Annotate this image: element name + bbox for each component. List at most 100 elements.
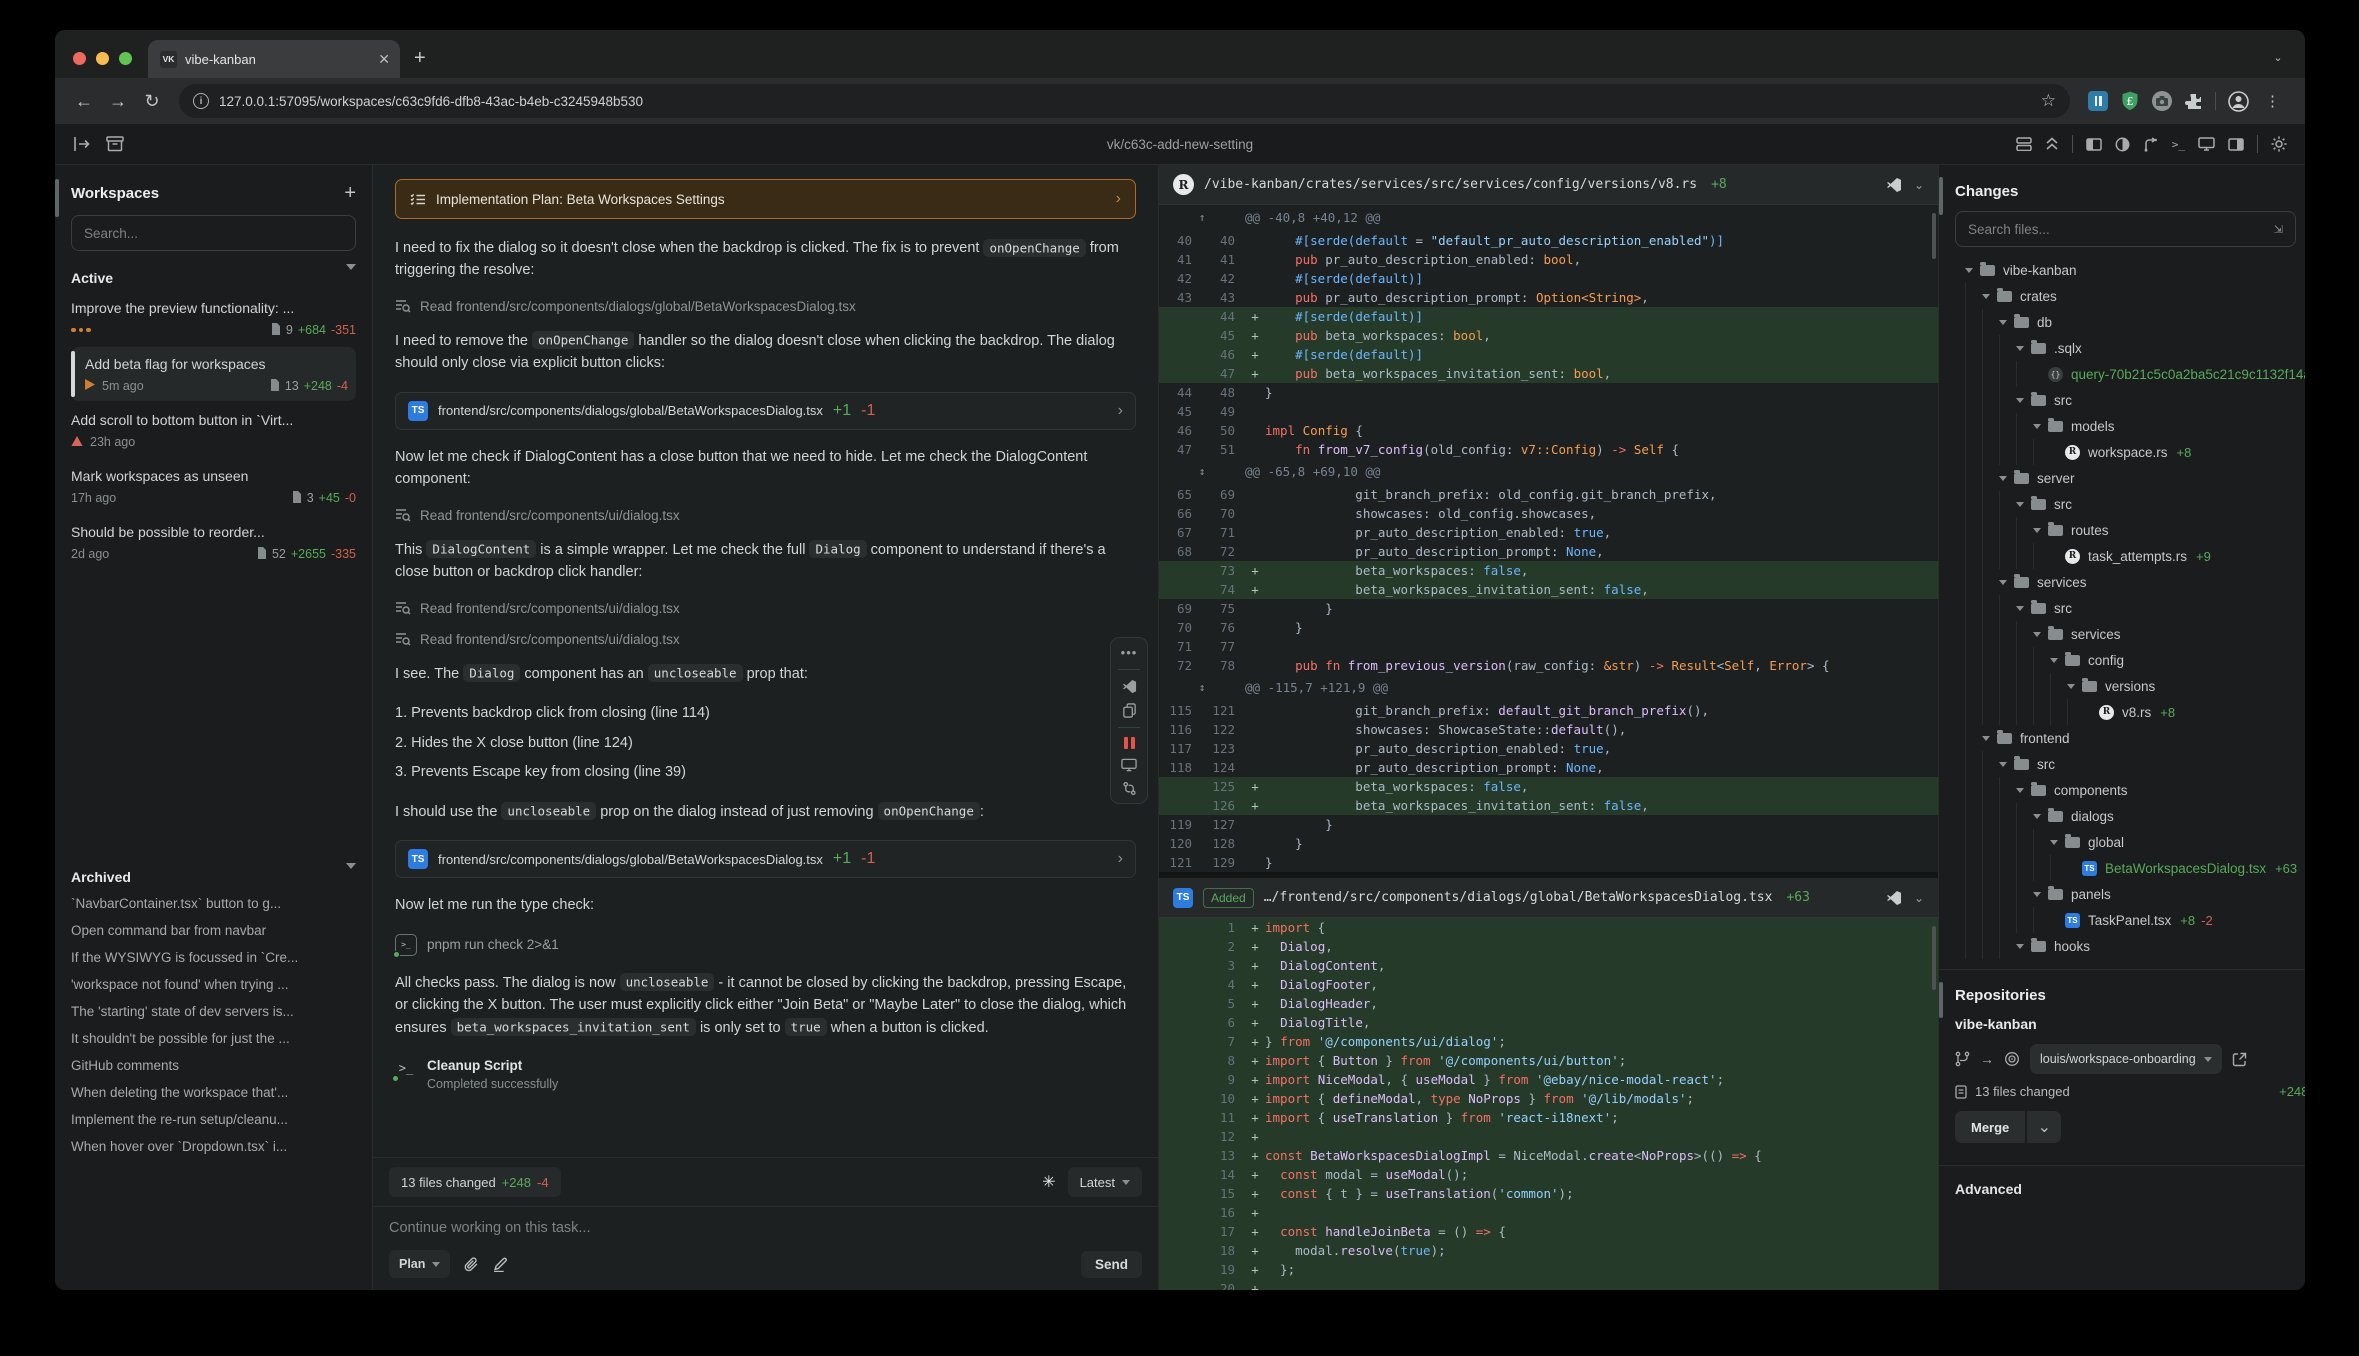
repo-name-row[interactable]: vibe-kanban bbox=[1955, 1010, 2305, 1038]
tree-file-row[interactable]: TS BetaWorkspacesDialog.tsx +63 bbox=[1965, 855, 2305, 881]
workspace-item[interactable]: Should be possible to reorder... 2d ago 52… bbox=[71, 515, 356, 569]
archived-item[interactable]: When hover over `Dropdown.tsx` i... bbox=[71, 1133, 356, 1160]
workspace-item[interactable]: Add beta flag for workspaces 5m ago 13 +248… bbox=[71, 347, 356, 401]
tree-folder-row[interactable]: .sqlx bbox=[1965, 335, 2305, 361]
archived-item[interactable]: GitHub comments bbox=[71, 1052, 356, 1079]
reload-button[interactable]: ↻ bbox=[137, 91, 167, 112]
latest-dropdown[interactable]: Latest bbox=[1067, 1167, 1142, 1197]
diff-header-ts[interactable]: TS Added …/frontend/src/components/dialo… bbox=[1159, 878, 1938, 918]
tree-folder-row[interactable]: components bbox=[1965, 777, 2305, 803]
open-in-vscode-icon[interactable] bbox=[1886, 177, 1902, 193]
tree-folder-row[interactable]: models bbox=[1965, 413, 2305, 439]
maximize-window-button[interactable] bbox=[119, 52, 132, 65]
url-bar[interactable]: i 127.0.0.1:57095/workspaces/c63c9fd6-df… bbox=[179, 84, 2070, 118]
attach-paperclip-icon[interactable] bbox=[464, 1256, 479, 1273]
tab-list-chevron-icon[interactable]: ⌄ bbox=[2265, 46, 2291, 68]
send-button[interactable]: Send bbox=[1080, 1250, 1142, 1278]
repos-scroll-thumb[interactable] bbox=[1939, 982, 1943, 1018]
tree-folder-row[interactable]: versions bbox=[1965, 673, 2305, 699]
tree-folder-row[interactable]: src bbox=[1965, 595, 2305, 621]
tree-folder-row[interactable]: server bbox=[1965, 465, 2305, 491]
search-files-input[interactable]: Search files... ⇲ bbox=[1955, 211, 2296, 247]
implementation-plan-card[interactable]: Implementation Plan: Beta Workspaces Set… bbox=[395, 179, 1136, 219]
expand-hunk-icon[interactable]: ↕ bbox=[1159, 675, 1245, 701]
message-input[interactable]: Continue working on this task... bbox=[373, 1206, 1158, 1242]
tree-folder-row[interactable]: config bbox=[1965, 647, 2305, 673]
git-compare-icon[interactable] bbox=[1122, 781, 1137, 796]
hunk-header[interactable]: ↕ @@ -115,7 +121,9 @@ bbox=[1159, 675, 1938, 701]
hunk-header[interactable]: ↑ @@ -40,8 +40,12 @@ bbox=[1159, 205, 1938, 231]
new-tab-button[interactable]: + bbox=[400, 47, 440, 78]
active-section-header[interactable]: Active bbox=[71, 264, 356, 291]
sidebar-scroll-thumb[interactable] bbox=[55, 179, 59, 217]
diff-scrollbar[interactable] bbox=[1932, 213, 1936, 259]
hunk-header[interactable]: ↕ @@ -65,8 +69,10 @@ bbox=[1159, 459, 1938, 485]
changes-scroll-thumb[interactable] bbox=[1939, 177, 1943, 215]
collapse-diff-chevron-icon[interactable]: ⌄ bbox=[1914, 891, 1924, 905]
tree-file-row[interactable]: {} query-70b21c5c0a2ba5c21c9c1132f14a68 bbox=[1965, 361, 2305, 387]
tree-folder-row[interactable]: src bbox=[1965, 491, 2305, 517]
monitor-icon[interactable] bbox=[2198, 137, 2215, 151]
workspace-item[interactable]: Mark workspaces as unseen 17h ago 3 +45 -0 bbox=[71, 459, 356, 513]
tree-folder-row[interactable]: vibe-kanban bbox=[1965, 257, 2305, 283]
branch-dropdown[interactable]: louis/workspace-onboarding bbox=[2030, 1044, 2222, 1074]
archived-item[interactable]: 'workspace not found' when trying ... bbox=[71, 971, 356, 998]
open-in-editor-icon[interactable] bbox=[1122, 679, 1137, 694]
tree-folder-row[interactable]: src bbox=[1965, 387, 2305, 413]
left-panel-icon[interactable] bbox=[2086, 137, 2102, 151]
script-status-row[interactable]: >_ Cleanup Script Completed successfully bbox=[392, 1057, 1136, 1093]
tree-folder-row[interactable]: services bbox=[1965, 621, 2305, 647]
copy-icon[interactable] bbox=[1122, 703, 1137, 718]
diff-header-rust[interactable]: R /vibe-kanban/crates/services/src/servi… bbox=[1159, 165, 1938, 205]
puzzle-extensions-icon[interactable] bbox=[2184, 92, 2203, 111]
archived-item[interactable]: The 'starting' state of dev servers is..… bbox=[71, 998, 356, 1025]
minimize-window-button[interactable] bbox=[96, 52, 109, 65]
archive-box-icon[interactable] bbox=[106, 136, 124, 152]
archived-section-header[interactable]: Archived bbox=[71, 863, 356, 890]
tree-folder-row[interactable]: global bbox=[1965, 829, 2305, 855]
tree-folder-row[interactable]: hooks bbox=[1965, 933, 2305, 959]
pen-icon[interactable] bbox=[493, 1256, 509, 1272]
tree-file-row[interactable]: Rworkspace.rs +8 bbox=[1965, 439, 2305, 465]
workspace-item[interactable]: Improve the preview functionality: ... 9 +… bbox=[71, 291, 356, 345]
spark-icon[interactable]: ✳ bbox=[1042, 1172, 1055, 1192]
conversation-scroll[interactable]: Implementation Plan: Beta Workspaces Set… bbox=[373, 165, 1158, 1157]
forward-button[interactable]: → bbox=[103, 91, 133, 112]
archived-item[interactable]: When deleting the workspace that'... bbox=[71, 1079, 356, 1106]
rows-layout-icon[interactable] bbox=[2016, 137, 2032, 151]
tree-file-row[interactable]: Rv8.rs +8 bbox=[1965, 699, 2305, 725]
tree-folder-row[interactable]: src bbox=[1965, 751, 2305, 777]
tree-folder-row[interactable]: dialogs bbox=[1965, 803, 2305, 829]
shuffle-arrows-icon[interactable] bbox=[2143, 136, 2159, 152]
back-button[interactable]: ← bbox=[69, 91, 99, 112]
archived-item[interactable]: If the WYSIWYG is focussed in `Cre... bbox=[71, 944, 356, 971]
add-workspace-button[interactable]: + bbox=[344, 182, 356, 205]
archived-item[interactable]: `NavbarContainer.tsx` button to g... bbox=[71, 890, 356, 917]
site-info-icon[interactable]: i bbox=[193, 93, 209, 109]
advanced-section[interactable]: Advanced ▶ bbox=[1939, 1165, 2305, 1211]
archived-item[interactable]: Implement the re-run setup/cleanu... bbox=[71, 1106, 356, 1133]
workspace-item[interactable]: Add scroll to bottom button in `Virt... 2… bbox=[71, 403, 356, 457]
merge-button[interactable]: Merge bbox=[1955, 1111, 2026, 1143]
collapse-diff-chevron-icon[interactable]: ⌄ bbox=[1914, 178, 1924, 192]
more-options-icon[interactable]: ••• bbox=[1121, 645, 1138, 660]
external-link-icon[interactable] bbox=[2232, 1052, 2247, 1067]
shield-extension-icon[interactable]: £ bbox=[2120, 91, 2140, 111]
terminal-icon[interactable]: >_ bbox=[2172, 138, 2185, 151]
bookmark-star-icon[interactable]: ☆ bbox=[2041, 91, 2056, 111]
tree-folder-row[interactable]: frontend bbox=[1965, 725, 2305, 751]
expand-hunk-icon[interactable]: ↑ bbox=[1159, 205, 1245, 231]
file-diff-card[interactable]: TS frontend/src/components/dialogs/global… bbox=[395, 391, 1136, 430]
profile-avatar-icon[interactable] bbox=[2228, 90, 2249, 112]
browser-tab[interactable]: VK vibe-kanban ✕ bbox=[148, 40, 400, 78]
pause-icon[interactable] bbox=[1123, 737, 1135, 749]
file-diff-card[interactable]: TS frontend/src/components/dialogs/global… bbox=[395, 840, 1136, 879]
close-window-button[interactable] bbox=[73, 52, 86, 65]
open-in-vscode-icon[interactable] bbox=[1886, 890, 1902, 906]
target-icon[interactable] bbox=[2004, 1051, 2020, 1067]
right-panel-icon[interactable] bbox=[2228, 137, 2244, 151]
collapse-tree-icon[interactable]: ⇲ bbox=[2274, 223, 2283, 236]
tree-folder-row[interactable]: db bbox=[1965, 309, 2305, 335]
terminal-command-row[interactable]: >_ pnpm run check 2>&1 bbox=[393, 933, 1136, 958]
read-file-row[interactable]: Read frontend/src/components/ui/dialog.t… bbox=[395, 632, 1136, 647]
